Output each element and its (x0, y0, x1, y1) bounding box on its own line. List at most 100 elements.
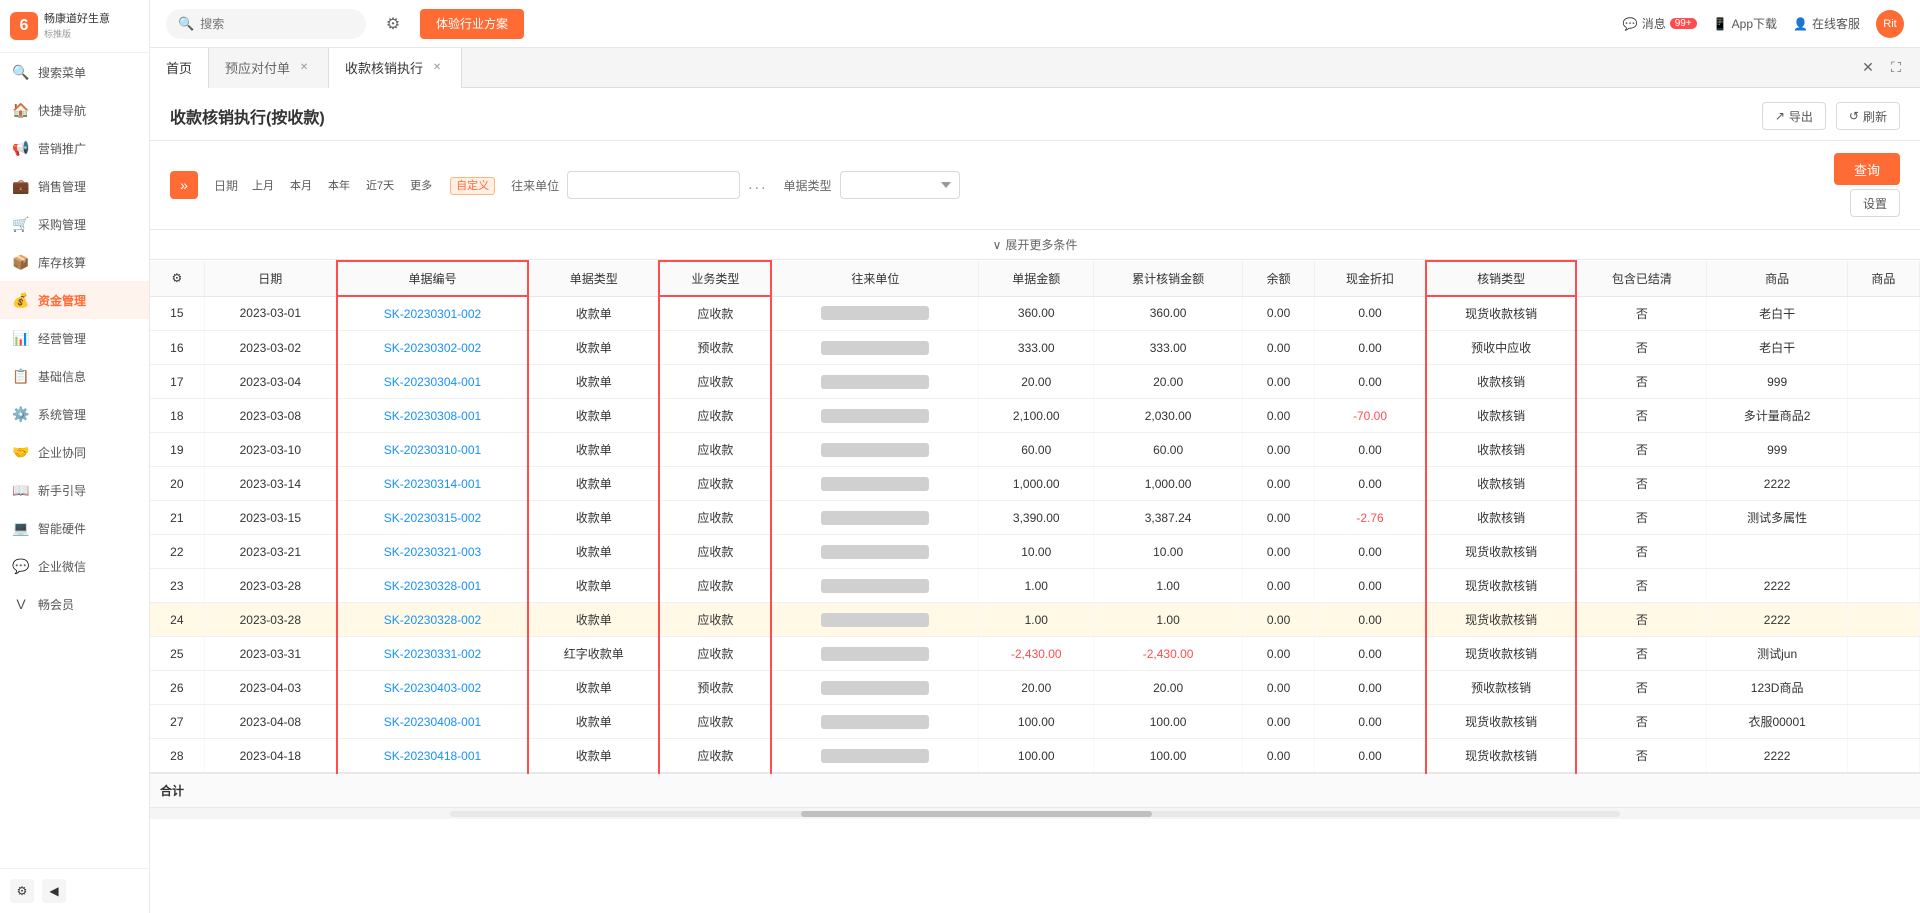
date-btn-更多[interactable]: 更多 (404, 175, 438, 195)
notifications-btn[interactable]: 💬 消息 99+ (1623, 15, 1697, 32)
cell-doc_no[interactable]: SK-20230321-003 (337, 535, 528, 569)
maximize-window-btn[interactable]: ⛶ (1884, 56, 1908, 80)
cell-doc_no[interactable]: SK-20230408-001 (337, 705, 528, 739)
cell-include_settled: 否 (1576, 603, 1707, 637)
doc-link[interactable]: SK-20230315-002 (384, 511, 481, 525)
notification-icon: 💬 (1623, 17, 1638, 31)
doc-link[interactable]: SK-20230328-002 (384, 613, 481, 627)
cell-doc_no[interactable]: SK-20230315-002 (337, 501, 528, 535)
cell-partner: ████████ (771, 433, 978, 467)
sidebar-item-capital[interactable]: 💰 资金管理 (0, 281, 149, 319)
sidebar-item-quick-nav[interactable]: 🏠 快捷导航 (0, 91, 149, 129)
query-button[interactable]: 查询 (1834, 153, 1900, 185)
tab-receivables[interactable]: 预应对付单✕ (209, 48, 329, 88)
doc-link[interactable]: SK-20230308-001 (384, 409, 481, 423)
user-avatar[interactable]: Rit (1876, 10, 1904, 38)
cell-cash_discount: 0.00 (1315, 535, 1426, 569)
sidebar-item-search[interactable]: 🔍 搜索菜单 (0, 53, 149, 91)
sidebar-item-enterprise[interactable]: 🤝 企业协同 (0, 433, 149, 471)
export-button[interactable]: ↗ 导出 (1762, 102, 1826, 130)
cell-cum_cancel: 2,030.00 (1094, 399, 1243, 433)
cell-biz_type: 应收款 (659, 705, 771, 739)
sidebar-item-marketing[interactable]: 📢 营销推广 (0, 129, 149, 167)
tab-collection[interactable]: 收款核销执行✕ (329, 48, 462, 88)
cell-doc_no[interactable]: SK-20230314-001 (337, 467, 528, 501)
quick-nav-icon: 🏠 (12, 101, 30, 119)
sidebar-item-guide[interactable]: 📖 新手引导 (0, 471, 149, 509)
solution-button[interactable]: 体验行业方案 (420, 9, 524, 39)
basics-icon: 📋 (12, 367, 30, 385)
cell-cancel_type: 现货收款核销 (1426, 637, 1577, 671)
sidebar-item-operations[interactable]: 📊 经营管理 (0, 319, 149, 357)
sidebar-item-hardware[interactable]: 💻 智能硬件 (0, 509, 149, 547)
sidebar-item-inventory[interactable]: 📦 库存核算 (0, 243, 149, 281)
app-download-btn[interactable]: 📱 App下载 (1713, 15, 1777, 32)
expand-more-button[interactable]: ∨ 展开更多条件 (993, 236, 1078, 253)
cell-product: 老白干 (1707, 331, 1847, 365)
doc-link[interactable]: SK-20230403-002 (384, 681, 481, 695)
online-service-btn[interactable]: 👤 在线客服 (1793, 15, 1860, 32)
cell-doc_no[interactable]: SK-20230328-001 (337, 569, 528, 603)
collapse-icon[interactable]: ◀ (42, 879, 66, 903)
col-header-product2: 商品 (1847, 261, 1919, 296)
cell-doc_no[interactable]: SK-20230328-002 (337, 603, 528, 637)
topbar-search-box[interactable]: 🔍 (166, 9, 366, 39)
cell-partner: ████████ (771, 501, 978, 535)
doc-link[interactable]: SK-20230310-001 (384, 443, 481, 457)
sidebar-item-basics[interactable]: 📋 基础信息 (0, 357, 149, 395)
cell-balance: 0.00 (1243, 569, 1315, 603)
doctype-select[interactable] (840, 171, 960, 199)
cell-doc_no[interactable]: SK-20230301-002 (337, 296, 528, 331)
doc-link[interactable]: SK-20230321-003 (384, 545, 481, 559)
doc-link[interactable]: SK-20230328-001 (384, 579, 481, 593)
doc-link[interactable]: SK-20230418-001 (384, 749, 481, 763)
filter-settings-button[interactable]: 设置 (1850, 189, 1900, 217)
partner-search-icon[interactable]: ... (748, 176, 767, 194)
cell-doc_no[interactable]: SK-20230310-001 (337, 433, 528, 467)
cell-doc_no[interactable]: SK-20230304-001 (337, 365, 528, 399)
cell-product: 999 (1707, 365, 1847, 399)
doc-link[interactable]: SK-20230302-002 (384, 341, 481, 355)
cell-no: 18 (150, 399, 204, 433)
blurred-value: ████████ (821, 613, 929, 627)
cell-no: 20 (150, 467, 204, 501)
sidebar-item-wechat[interactable]: 💬 企业微信 (0, 547, 149, 585)
horizontal-scrollbar[interactable] (150, 807, 1920, 819)
tab-close-receivables[interactable]: ✕ (296, 60, 312, 76)
doc-link[interactable]: SK-20230304-001 (384, 375, 481, 389)
cell-doc_no[interactable]: SK-20230331-002 (337, 637, 528, 671)
custom-date-btn[interactable]: 自定义 (450, 177, 495, 195)
cell-no: 25 (150, 637, 204, 671)
topbar-gear-icon[interactable]: ⚙ (378, 9, 408, 39)
close-window-btn[interactable]: ✕ (1856, 56, 1880, 80)
cell-doc_no[interactable]: SK-20230418-001 (337, 739, 528, 774)
date-btn-本月[interactable]: 本月 (284, 175, 318, 195)
tab-close-collection[interactable]: ✕ (429, 60, 445, 76)
filter-date-item: 日期 上月本月本年近7天更多 自定义 (214, 175, 495, 195)
blurred-value: ████████ (821, 409, 929, 423)
sidebar-item-purchase[interactable]: 🛒 采购管理 (0, 205, 149, 243)
sidebar-item-member[interactable]: V 畅会员 (0, 585, 149, 623)
doc-link[interactable]: SK-20230301-002 (384, 307, 481, 321)
date-btn-上月[interactable]: 上月 (246, 175, 280, 195)
logo-text: 畅康道好生意 标推版 (44, 12, 110, 39)
cell-doc_no[interactable]: SK-20230302-002 (337, 331, 528, 365)
date-btn-本年[interactable]: 本年 (322, 175, 356, 195)
partner-input[interactable] (567, 171, 740, 199)
date-btn-近7天[interactable]: 近7天 (360, 175, 400, 195)
sidebar-label-guide: 新手引导 (38, 482, 86, 499)
cell-product: 2222 (1707, 603, 1847, 637)
cell-doc_no[interactable]: SK-20230308-001 (337, 399, 528, 433)
tab-home[interactable]: 首页 (150, 48, 209, 88)
doc-link[interactable]: SK-20230408-001 (384, 715, 481, 729)
doc-link[interactable]: SK-20230331-002 (384, 647, 481, 661)
sidebar-item-sales[interactable]: 💼 销售管理 (0, 167, 149, 205)
filter-expand-button[interactable]: » (170, 171, 198, 199)
cell-doc_no[interactable]: SK-20230403-002 (337, 671, 528, 705)
sidebar-item-system[interactable]: ⚙️ 系统管理 (0, 395, 149, 433)
refresh-button[interactable]: ↺ 刷新 (1836, 102, 1900, 130)
doc-link[interactable]: SK-20230314-001 (384, 477, 481, 491)
search-input[interactable] (200, 17, 340, 31)
settings-icon[interactable]: ⚙ (10, 879, 34, 903)
cell-doc_type: 红字收款单 (528, 637, 659, 671)
